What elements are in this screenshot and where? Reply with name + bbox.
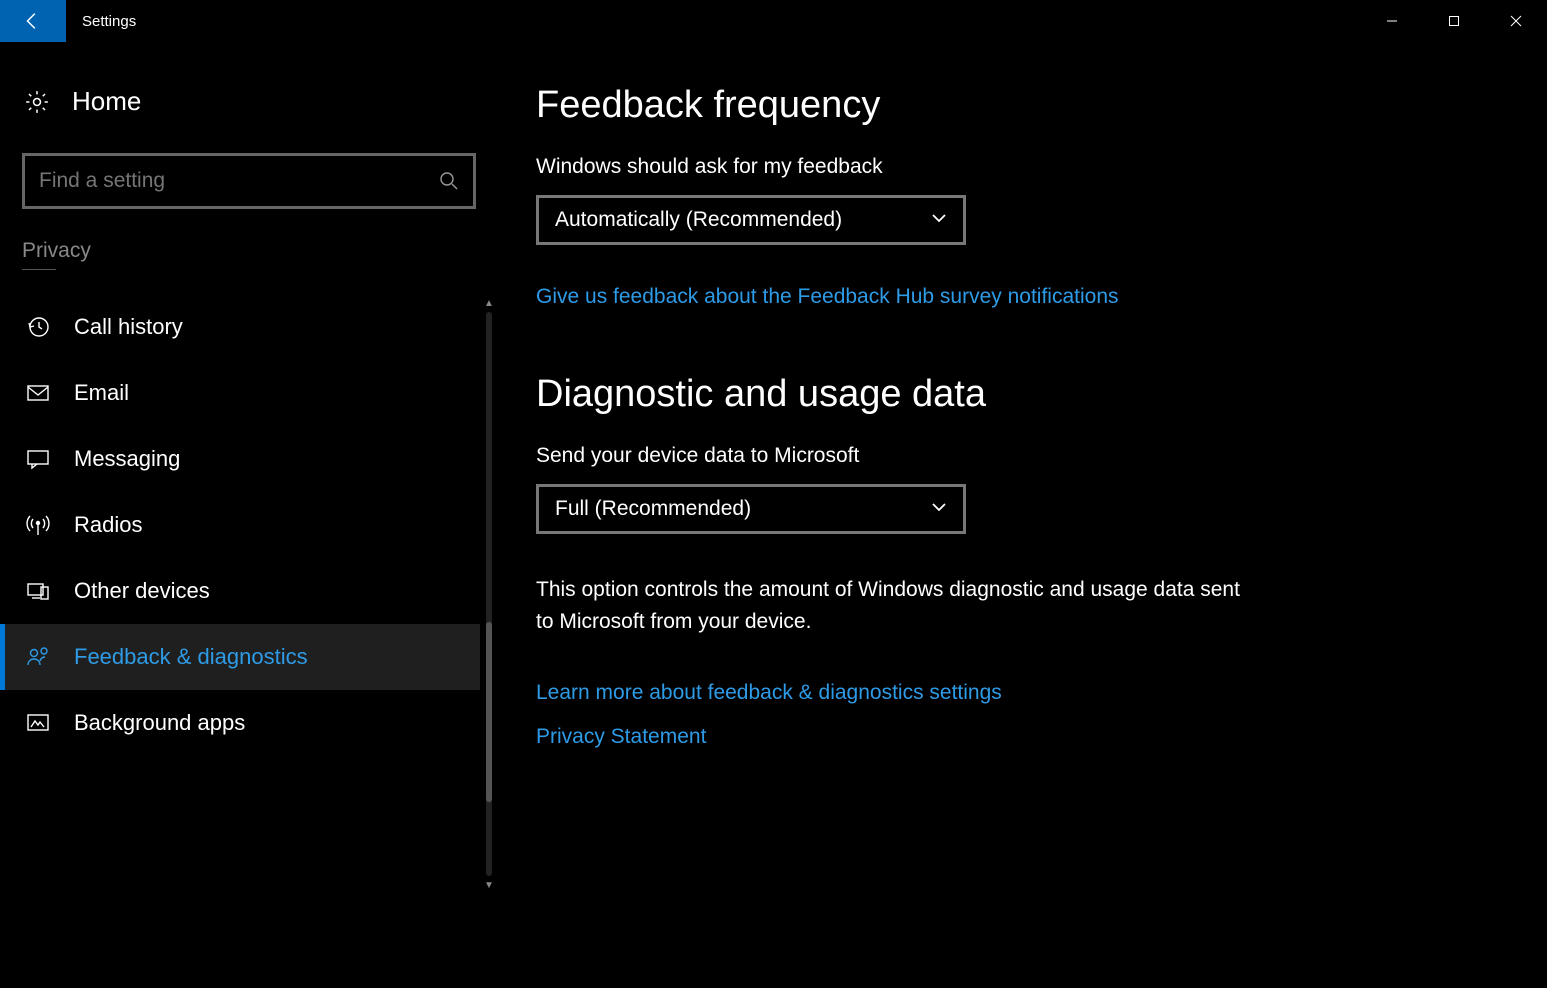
link-feedback-hub-survey[interactable]: Give us feedback about the Feedback Hub …: [536, 285, 1487, 309]
sidebar-item-call-history[interactable]: Call history: [0, 294, 480, 360]
sidebar-item-label: Background apps: [74, 710, 245, 736]
diagnostic-description: This option controls the amount of Windo…: [536, 574, 1256, 637]
sidebar-item-radios[interactable]: Radios: [0, 492, 480, 558]
mail-icon: [24, 381, 52, 405]
select-value: Full (Recommended): [555, 497, 751, 521]
sidebar-item-label: Feedback & diagnostics: [74, 644, 308, 670]
sidebar-item-label: Other devices: [74, 578, 210, 604]
scroll-track[interactable]: [486, 312, 492, 876]
sidebar-item-label: Email: [74, 380, 129, 406]
maximize-button[interactable]: [1423, 0, 1485, 42]
feedback-frequency-select[interactable]: Automatically (Recommended): [536, 195, 966, 245]
gear-icon: [24, 89, 50, 115]
bg-apps-icon: [24, 711, 52, 735]
window-controls: [1361, 0, 1547, 42]
sidebar-item-label: Messaging: [74, 446, 180, 472]
sidebar-item-label: Radios: [74, 512, 142, 538]
chevron-down-icon: [931, 497, 947, 521]
nav-scrollbar[interactable]: ▲ ▼: [480, 294, 498, 894]
devices-icon: [24, 579, 52, 603]
main-content: Feedback frequency Windows should ask fo…: [498, 42, 1547, 988]
sidebar-item-other-devices[interactable]: Other devices: [0, 558, 480, 624]
home-button[interactable]: Home: [0, 80, 498, 123]
search-box[interactable]: [22, 153, 476, 209]
window-title: Settings: [66, 0, 136, 42]
chevron-down-icon: [931, 208, 947, 232]
sidebar-item-label: Call history: [74, 314, 183, 340]
sidebar-item-feedback-diagnostics[interactable]: Feedback & diagnostics: [0, 624, 480, 690]
section-heading-feedback-frequency: Feedback frequency: [536, 84, 1487, 127]
link-privacy-statement[interactable]: Privacy Statement: [536, 725, 1487, 749]
nav-list: Call history Email Messaging Radios: [0, 294, 498, 756]
feedback-icon: [24, 645, 52, 669]
link-learn-more[interactable]: Learn more about feedback & diagnostics …: [536, 681, 1487, 705]
scroll-down-arrow[interactable]: ▼: [480, 876, 498, 894]
field-label-feedback: Windows should ask for my feedback: [536, 155, 1487, 179]
close-button[interactable]: [1485, 0, 1547, 42]
search-icon: [439, 171, 459, 191]
titlebar: Settings: [0, 0, 1547, 42]
scroll-up-arrow[interactable]: ▲: [480, 294, 498, 312]
sidebar: Home Privacy Call history Email: [0, 42, 498, 988]
diagnostic-data-select[interactable]: Full (Recommended): [536, 484, 966, 534]
select-value: Automatically (Recommended): [555, 208, 842, 232]
category-underline: [22, 269, 56, 270]
back-button[interactable]: [0, 0, 66, 42]
history-icon: [24, 315, 52, 339]
section-heading-diagnostic: Diagnostic and usage data: [536, 373, 1487, 416]
chat-icon: [24, 447, 52, 471]
scroll-thumb[interactable]: [486, 622, 492, 802]
home-label: Home: [72, 86, 141, 117]
sidebar-item-messaging[interactable]: Messaging: [0, 426, 480, 492]
minimize-button[interactable]: [1361, 0, 1423, 42]
sidebar-item-background-apps[interactable]: Background apps: [0, 690, 480, 756]
sidebar-item-email[interactable]: Email: [0, 360, 480, 426]
category-label: Privacy: [0, 239, 498, 263]
field-label-diagnostic: Send your device data to Microsoft: [536, 444, 1487, 468]
radios-icon: [24, 513, 52, 537]
search-input[interactable]: [39, 169, 439, 193]
